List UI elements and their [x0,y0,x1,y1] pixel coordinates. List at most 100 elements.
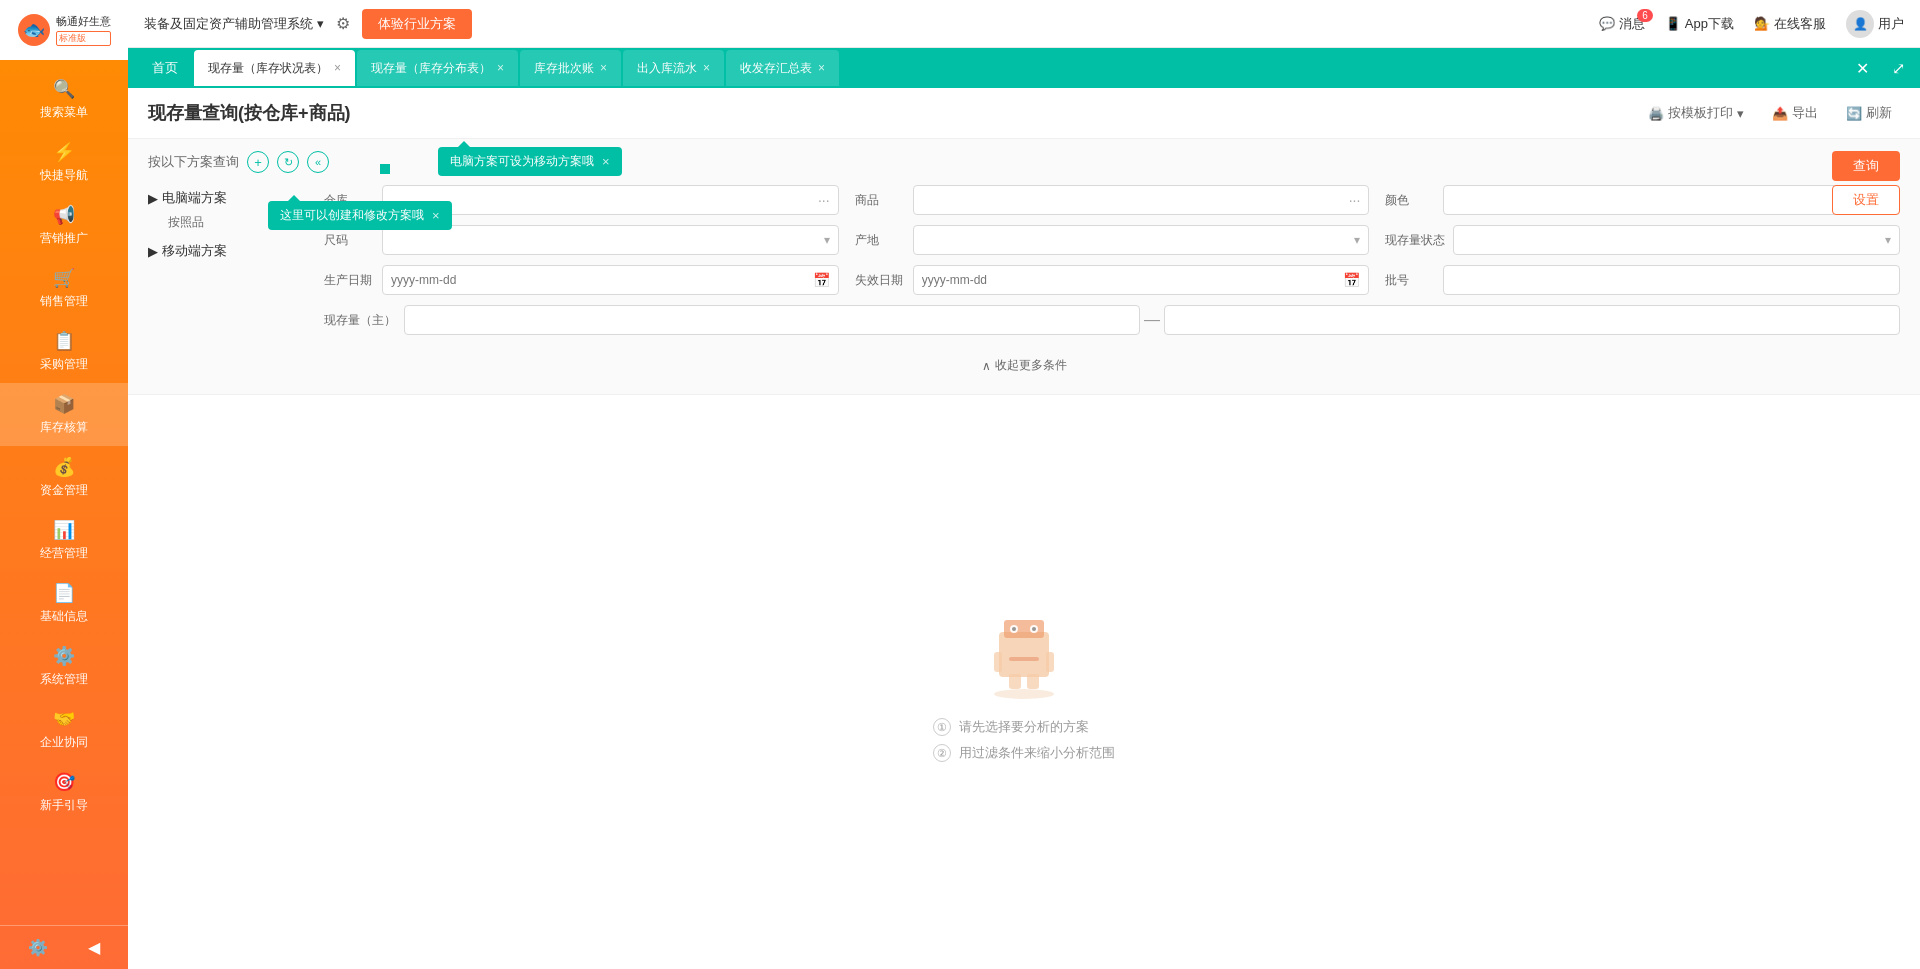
svg-point-4 [1012,627,1016,631]
expire-date-input[interactable]: 📅 [913,265,1370,295]
tab-in-out-flow[interactable]: 出入库流水 × [623,50,724,86]
filter-label: 按以下方案查询 [148,153,239,171]
filter-row-4: 现存量（主） — [324,305,1900,335]
tooltip-scheme-close[interactable]: × [602,154,610,169]
stock-qty-min[interactable] [404,305,1140,335]
export-btn[interactable]: 📤 导出 [1764,100,1826,126]
filter-header: 按以下方案查询 + ↻ « [148,151,1900,173]
mobile-scheme-category[interactable]: ▶ 移动端方案 [148,238,308,264]
expire-date-calendar-icon[interactable]: 📅 [1343,272,1360,288]
tooltip-create-close[interactable]: × [432,208,440,223]
sidebar-item-purchase[interactable]: 📋 采购管理 [0,320,128,383]
tab-batch-ledger[interactable]: 库存批次账 × [520,50,621,86]
messages-action[interactable]: 💬 消息 6 [1599,15,1645,33]
sidebar-item-search-menu[interactable]: 🔍 搜索菜单 [0,68,128,131]
tab-inventory-dist[interactable]: 现存量（库存分布表） × [357,50,518,86]
collapse-btn[interactable]: ∧ 收起更多条件 [970,353,1079,378]
tooltip-create-text: 这里可以创建和修改方案哦 [280,207,424,224]
export-icon: 📤 [1772,106,1788,121]
sidebar-settings-btn[interactable]: ⚙️ [28,938,48,957]
system-settings-icon[interactable]: ⚙ [336,14,350,33]
pc-scheme-arrow-icon: ▶ [148,191,158,206]
sidebar-item-label: 采购管理 [40,356,88,373]
sidebar-item-label: 新手引导 [40,797,88,814]
template-print-label: 按模板打印 [1668,104,1733,122]
logo-badge: 标准版 [56,31,111,46]
add-scheme-btn[interactable]: + [247,151,269,173]
tab-home[interactable]: 首页 [136,48,194,88]
sidebar-item-marketing[interactable]: 📢 营销推广 [0,194,128,257]
template-print-btn[interactable]: 🖨️ 按模板打印 ▾ [1640,100,1752,126]
online-support-label: 在线客服 [1774,15,1826,33]
tab-label: 收发存汇总表 [740,60,812,77]
tab-collect-summary[interactable]: 收发存汇总表 × [726,50,839,86]
stock-status-dropdown-icon: ▾ [1885,233,1891,247]
tab-inventory-status[interactable]: 现存量（库存状况表） × [194,50,355,86]
svg-rect-6 [1009,657,1039,661]
origin-label: 产地 [855,232,905,249]
user-action[interactable]: 👤 用户 [1846,10,1904,38]
batch-input[interactable] [1443,265,1900,295]
filter-goods: 商品 ··· [855,185,1370,215]
range-dash: — [1144,311,1160,329]
refresh-scheme-btn[interactable]: ↻ [277,151,299,173]
goods-dots-icon: ··· [1349,192,1361,208]
sidebar-item-sys-mgmt[interactable]: ⚙️ 系统管理 [0,635,128,698]
expire-date-field[interactable] [922,273,1340,287]
dropdown-arrow-icon: ▾ [317,16,324,31]
batch-field[interactable] [1452,273,1891,287]
tab-close-all-btn[interactable]: ✕ [1848,54,1876,82]
stock-qty-range: — [404,305,1900,335]
size-select[interactable]: ▾ [382,225,839,255]
marketing-icon: 📢 [53,204,75,226]
stock-qty-max[interactable] [1164,305,1900,335]
sidebar-collapse-btn[interactable]: ◀ [88,938,100,957]
filter-prod-date: 生产日期 📅 [324,265,839,295]
sidebar-item-quick-nav[interactable]: ⚡ 快捷导航 [0,131,128,194]
prod-date-calendar-icon[interactable]: 📅 [813,272,830,288]
tip-text-1: 请先选择要分析的方案 [959,718,1089,736]
page-actions: 🖨️ 按模板打印 ▾ 📤 导出 🔄 刷新 [1640,100,1900,126]
tab-label: 库存批次账 [534,60,594,77]
tab-close-icon[interactable]: × [818,62,825,74]
tab-close-icon[interactable]: × [703,62,710,74]
app-download-action[interactable]: 📱 App下载 [1665,15,1734,33]
system-name-dropdown[interactable]: 装备及固定资产辅助管理系统 ▾ [144,15,324,33]
enterprise-icon: 🤝 [53,708,75,730]
sidebar-item-enterprise[interactable]: 🤝 企业协同 [0,698,128,761]
prod-date-field[interactable] [391,273,809,287]
basic-info-icon: 📄 [53,582,75,604]
app-download-icon: 📱 [1665,16,1681,31]
prev-scheme-btn[interactable]: « [307,151,329,173]
goods-label: 商品 [855,192,905,209]
sidebar-item-operation[interactable]: 📊 经营管理 [0,509,128,572]
tab-close-icon[interactable]: × [497,62,504,74]
sidebar-item-sales[interactable]: 🛒 销售管理 [0,257,128,320]
sidebar-footer: ⚙️ ◀ [0,925,128,969]
batch-label: 批号 [1385,272,1435,289]
logo-title: 畅通好生意 [56,14,111,28]
sidebar-item-label: 营销推广 [40,230,88,247]
goods-select[interactable]: ··· [913,185,1370,215]
sidebar-item-inventory[interactable]: 📦 库存核算 [0,383,128,446]
prod-date-input[interactable]: 📅 [382,265,839,295]
user-label: 用户 [1878,15,1904,33]
origin-select[interactable]: ▾ [913,225,1370,255]
industry-btn[interactable]: 体验行业方案 [362,9,472,39]
sidebar-item-finance[interactable]: 💰 资金管理 [0,446,128,509]
settings-button[interactable]: 设置 [1832,185,1900,215]
tooltip-scheme-convert: 电脑方案可设为移动方案哦 × [438,147,622,176]
tab-close-icon[interactable]: × [600,62,607,74]
sidebar-item-guide[interactable]: 🎯 新手引导 [0,761,128,824]
tab-expand-btn[interactable]: ⤢ [1884,54,1912,82]
color-label: 颜色 [1385,192,1435,209]
online-support-action[interactable]: 💁 在线客服 [1754,15,1826,33]
header-right: 💬 消息 6 📱 App下载 💁 在线客服 👤 用户 [1599,10,1904,38]
refresh-btn[interactable]: 🔄 刷新 [1838,100,1900,126]
quick-nav-icon: ⚡ [53,141,75,163]
tab-close-icon[interactable]: × [334,62,341,74]
stock-status-select[interactable]: ▾ [1453,225,1900,255]
svg-rect-8 [1046,652,1054,672]
sidebar-item-basic-info[interactable]: 📄 基础信息 [0,572,128,635]
search-button[interactable]: 查询 [1832,151,1900,181]
